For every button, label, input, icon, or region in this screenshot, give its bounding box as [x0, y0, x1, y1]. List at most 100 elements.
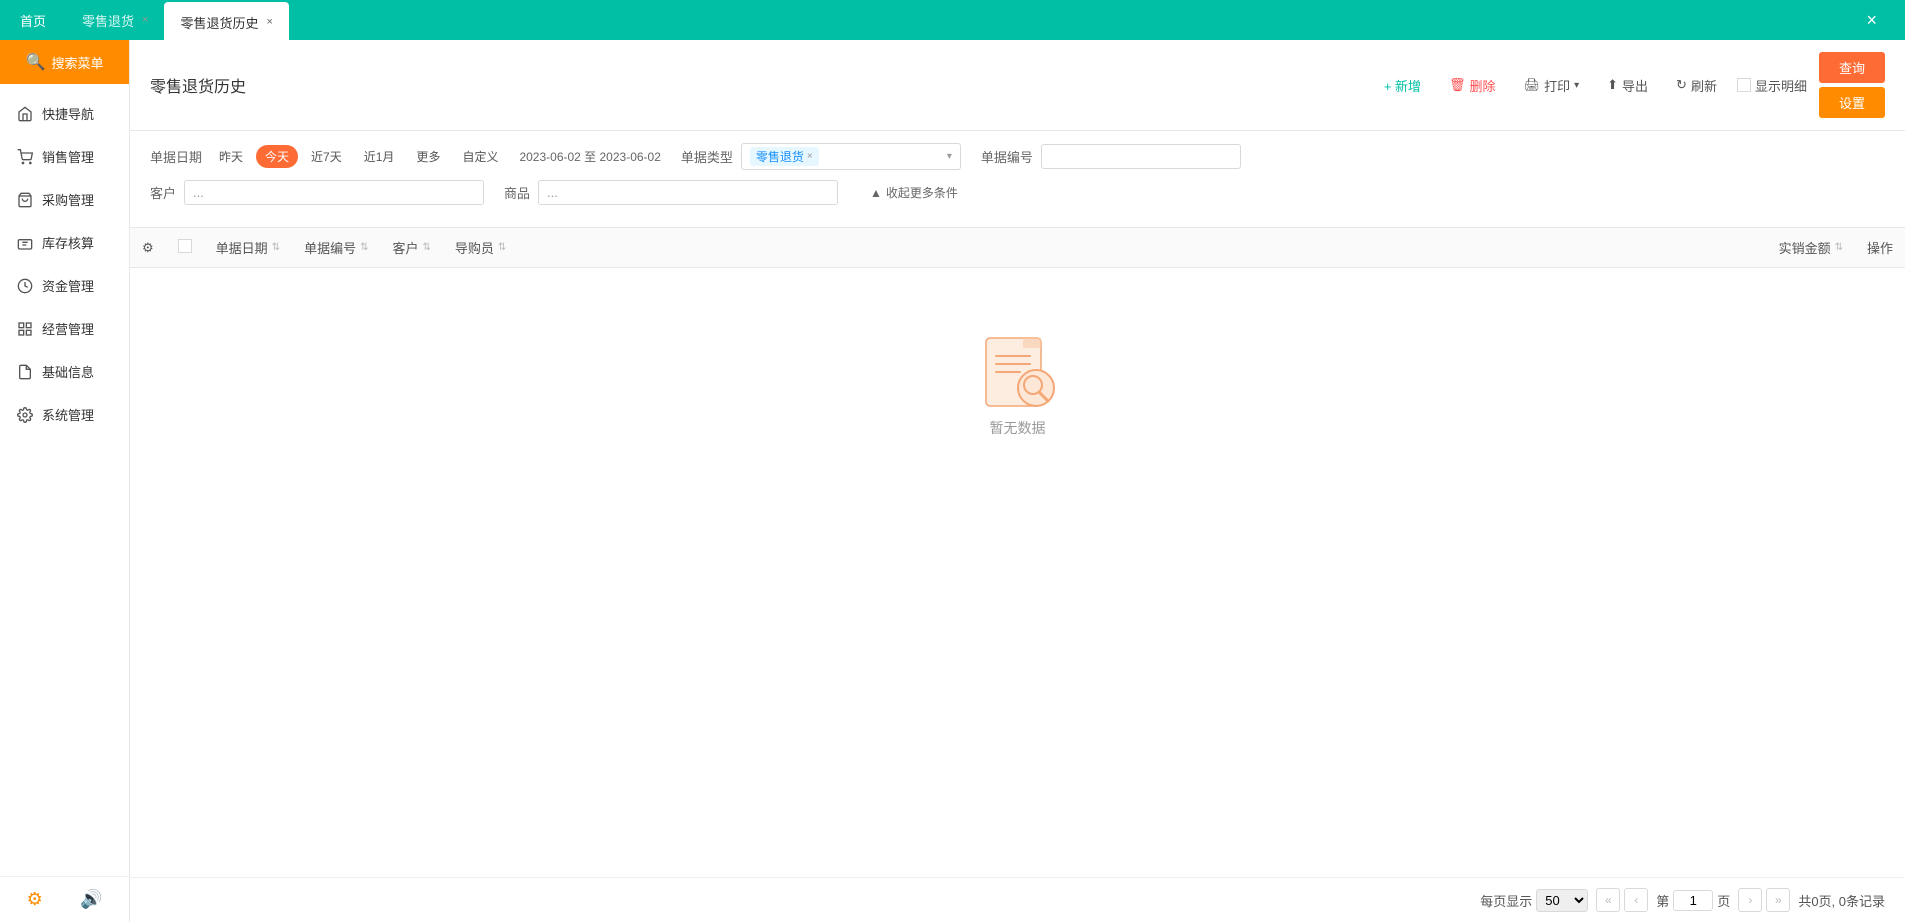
- export-button[interactable]: ⬆ 导出: [1599, 72, 1656, 99]
- page-size-select: 每页显示 10 20 50 100: [1480, 889, 1588, 912]
- delete-button[interactable]: 🗑 删除: [1441, 72, 1504, 99]
- tab-list: 首页 零售退货 × 零售退货历史 ×: [0, 0, 1854, 40]
- col-amount: 实销金额 ⇅: [1767, 228, 1855, 268]
- new-button[interactable]: + 新增: [1376, 72, 1429, 99]
- type-tag-close[interactable]: ×: [807, 151, 813, 162]
- date-btn-more[interactable]: 更多: [407, 145, 449, 168]
- table-header-row: ⚙ 单据日期 ⇅: [130, 228, 1905, 268]
- date-btn-yesterday[interactable]: 昨天: [210, 145, 252, 168]
- tab-retail-return-close[interactable]: ×: [142, 14, 148, 26]
- col-customer-sort-icon[interactable]: ⇅: [422, 242, 430, 253]
- collapse-filter-label: 收起更多条件: [886, 184, 958, 201]
- column-settings-icon[interactable]: ⚙: [142, 240, 154, 255]
- pagination-bar: 每页显示 10 20 50 100 « ‹ 第 页: [130, 877, 1905, 922]
- refresh-button[interactable]: ↻ 刷新: [1668, 72, 1725, 99]
- sidebar-item-sales-label: 销售管理: [42, 147, 94, 166]
- tab-retail-return[interactable]: 零售退货 ×: [66, 0, 164, 40]
- goods-placeholder: ...: [547, 185, 558, 200]
- export-button-label: 导出: [1622, 76, 1648, 95]
- sidebar-item-sys-mgmt[interactable]: 系统管理: [0, 393, 129, 436]
- print-button[interactable]: 🖨 打印 ▾: [1516, 72, 1588, 99]
- tab-home-label: 首页: [20, 11, 46, 30]
- type-filter-arrow: ▾: [947, 151, 952, 162]
- sidebar-item-quick-nav[interactable]: 快捷导航: [0, 92, 129, 135]
- col-action: 操作: [1855, 228, 1905, 268]
- new-button-label: + 新增: [1384, 76, 1421, 95]
- col-number-label: 单据编号: [304, 238, 356, 257]
- tab-home[interactable]: 首页: [0, 0, 66, 40]
- page-navigation: « ‹: [1596, 888, 1648, 912]
- sidebar-item-finance-label: 资金管理: [42, 276, 94, 295]
- customer-filter-item: 客户 ...: [150, 180, 484, 205]
- page-total-text: 共0页, 0条记录: [1798, 891, 1885, 910]
- show-detail-toggle[interactable]: 显示明细: [1737, 76, 1807, 95]
- show-detail-checkbox[interactable]: [1737, 78, 1751, 92]
- page-number-input[interactable]: [1673, 890, 1713, 911]
- select-all-checkbox[interactable]: [178, 239, 192, 253]
- page-size-label: 每页显示: [1480, 891, 1532, 910]
- setting-button[interactable]: 设置: [1819, 87, 1885, 118]
- basic-icon: [16, 363, 34, 381]
- col-number-sort-icon[interactable]: ⇅: [360, 242, 368, 253]
- number-filter-input[interactable]: [1041, 144, 1241, 169]
- inventory-icon: [16, 234, 34, 252]
- window-close-btn[interactable]: ×: [1854, 10, 1889, 31]
- first-page-btn[interactable]: «: [1596, 888, 1620, 912]
- right-action-buttons: 查询 设置: [1819, 52, 1885, 118]
- goto-label: 第: [1656, 891, 1669, 910]
- tab-retail-return-history-close[interactable]: ×: [266, 16, 272, 28]
- type-filter-select[interactable]: 零售退货 × ▾: [741, 143, 961, 170]
- print-button-label: 打印: [1544, 76, 1570, 95]
- customer-filter-input[interactable]: ...: [184, 180, 484, 205]
- settings-bottom-btn[interactable]: ⚙: [27, 889, 43, 910]
- sidebar-item-ops-mgmt[interactable]: 经营管理: [0, 307, 129, 350]
- col-guide-sort-icon[interactable]: ⇅: [498, 242, 506, 253]
- empty-illustration: [968, 328, 1068, 418]
- prev-page-btn[interactable]: ‹: [1624, 888, 1648, 912]
- page-size-dropdown[interactable]: 10 20 50 100: [1536, 889, 1588, 912]
- top-bar: 首页 零售退货 × 零售退货历史 × ×: [0, 0, 1905, 40]
- col-amount-label: 实销金额: [1779, 238, 1831, 257]
- date-btn-custom[interactable]: 自定义: [453, 145, 507, 168]
- purchase-icon: [16, 191, 34, 209]
- tab-retail-return-label: 零售退货: [82, 11, 134, 30]
- collapse-filter-btn[interactable]: ▲ 收起更多条件: [858, 180, 970, 205]
- filter-area: 单据日期 昨天 今天 近7天 近1月 更多 自定义 2023-06-02 至 2…: [130, 131, 1905, 228]
- collapse-up-icon: ▲: [870, 186, 882, 200]
- tab-retail-return-history[interactable]: 零售退货历史 ×: [164, 2, 288, 42]
- print-icon: 🖨: [1524, 77, 1541, 93]
- sidebar-item-basic-info[interactable]: 基础信息: [0, 350, 129, 393]
- col-customer: 客户 ⇅: [380, 228, 442, 268]
- sidebar-search-btn[interactable]: 🔍 搜索菜单: [0, 40, 129, 84]
- date-btn-7days[interactable]: 近7天: [302, 145, 351, 168]
- sidebar-item-sales-mgmt[interactable]: 销售管理: [0, 135, 129, 178]
- type-filter-label: 单据类型: [681, 147, 733, 166]
- filter-row-1: 单据日期 昨天 今天 近7天 近1月 更多 自定义 2023-06-02 至 2…: [150, 143, 1885, 170]
- col-checkbox: [166, 228, 204, 268]
- col-amount-sort-icon[interactable]: ⇅: [1835, 242, 1843, 253]
- date-quick-buttons: 昨天 今天 近7天 近1月 更多 自定义: [210, 145, 507, 168]
- date-btn-today[interactable]: 今天: [256, 145, 298, 168]
- query-button[interactable]: 查询: [1819, 52, 1885, 83]
- sales-icon: [16, 148, 34, 166]
- last-page-btn[interactable]: »: [1766, 888, 1790, 912]
- sidebar-item-quick-nav-label: 快捷导航: [42, 104, 94, 123]
- sidebar-item-finance[interactable]: 资金管理: [0, 264, 129, 307]
- page-title: 零售退货历史: [150, 73, 246, 97]
- sidebar-item-purchase-mgmt[interactable]: 采购管理: [0, 178, 129, 221]
- volume-btn[interactable]: 🔊: [80, 889, 102, 910]
- refresh-icon: ↻: [1676, 77, 1687, 93]
- page-navigation-next: › »: [1738, 888, 1790, 912]
- sidebar-item-inventory[interactable]: 库存核算: [0, 221, 129, 264]
- goods-filter-input[interactable]: ...: [538, 180, 838, 205]
- sidebar-bottom: ⚙ 🔊: [0, 876, 129, 922]
- col-date: 单据日期 ⇅: [204, 228, 292, 268]
- date-btn-1month[interactable]: 近1月: [355, 145, 404, 168]
- next-page-btn[interactable]: ›: [1738, 888, 1762, 912]
- col-date-sort-icon[interactable]: ⇅: [272, 242, 280, 253]
- delete-button-label: 删除: [1470, 76, 1496, 95]
- type-filter-value: 零售退货 ×: [750, 147, 947, 166]
- tab-retail-return-history-label: 零售退货历史: [180, 13, 258, 32]
- date-range-text: 2023-06-02 至 2023-06-02: [519, 148, 660, 165]
- show-detail-label: 显示明细: [1755, 76, 1807, 95]
